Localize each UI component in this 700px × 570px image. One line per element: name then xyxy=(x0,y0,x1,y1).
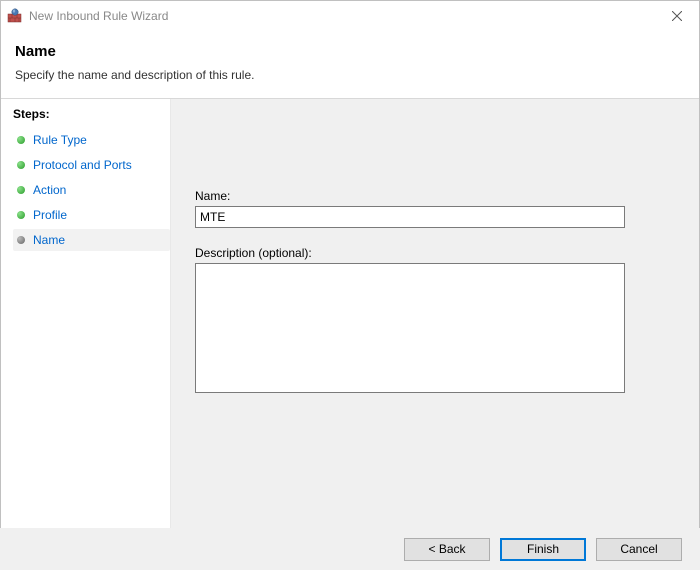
step-name[interactable]: Name xyxy=(13,229,170,251)
name-input[interactable] xyxy=(195,206,625,228)
close-button[interactable] xyxy=(654,1,699,31)
step-protocol-and-ports[interactable]: Protocol and Ports xyxy=(13,154,170,176)
step-rule-type[interactable]: Rule Type xyxy=(13,129,170,151)
step-label: Name xyxy=(33,233,65,247)
wizard-main: Name: Description (optional): xyxy=(171,99,699,549)
wizard-header: Name Specify the name and description of… xyxy=(1,31,699,92)
steps-label: Steps: xyxy=(13,107,170,121)
titlebar: New Inbound Rule Wizard xyxy=(1,1,699,31)
window-title: New Inbound Rule Wizard xyxy=(29,9,168,23)
wizard-footer: < Back Finish Cancel xyxy=(0,528,700,570)
step-bullet-icon xyxy=(17,236,25,244)
step-label: Action xyxy=(33,183,66,197)
step-label: Rule Type xyxy=(33,133,87,147)
finish-button[interactable]: Finish xyxy=(500,538,586,561)
description-label: Description (optional): xyxy=(195,246,671,260)
back-button[interactable]: < Back xyxy=(404,538,490,561)
step-label: Profile xyxy=(33,208,67,222)
step-profile[interactable]: Profile xyxy=(13,204,170,226)
firewall-icon xyxy=(7,8,23,24)
step-label: Protocol and Ports xyxy=(33,158,132,172)
step-bullet-icon xyxy=(17,161,25,169)
page-heading: Name xyxy=(15,43,685,60)
cancel-button[interactable]: Cancel xyxy=(596,538,682,561)
wizard-body: Steps: Rule Type Protocol and Ports Acti… xyxy=(1,99,699,549)
page-subtitle: Specify the name and description of this… xyxy=(15,68,685,82)
description-input[interactable] xyxy=(195,263,625,393)
description-field-group: Description (optional): xyxy=(195,246,671,396)
name-field-group: Name: xyxy=(195,189,671,228)
step-action[interactable]: Action xyxy=(13,179,170,201)
step-bullet-icon xyxy=(17,211,25,219)
step-bullet-icon xyxy=(17,136,25,144)
step-bullet-icon xyxy=(17,186,25,194)
name-label: Name: xyxy=(195,189,671,203)
steps-sidebar: Steps: Rule Type Protocol and Ports Acti… xyxy=(1,99,171,549)
